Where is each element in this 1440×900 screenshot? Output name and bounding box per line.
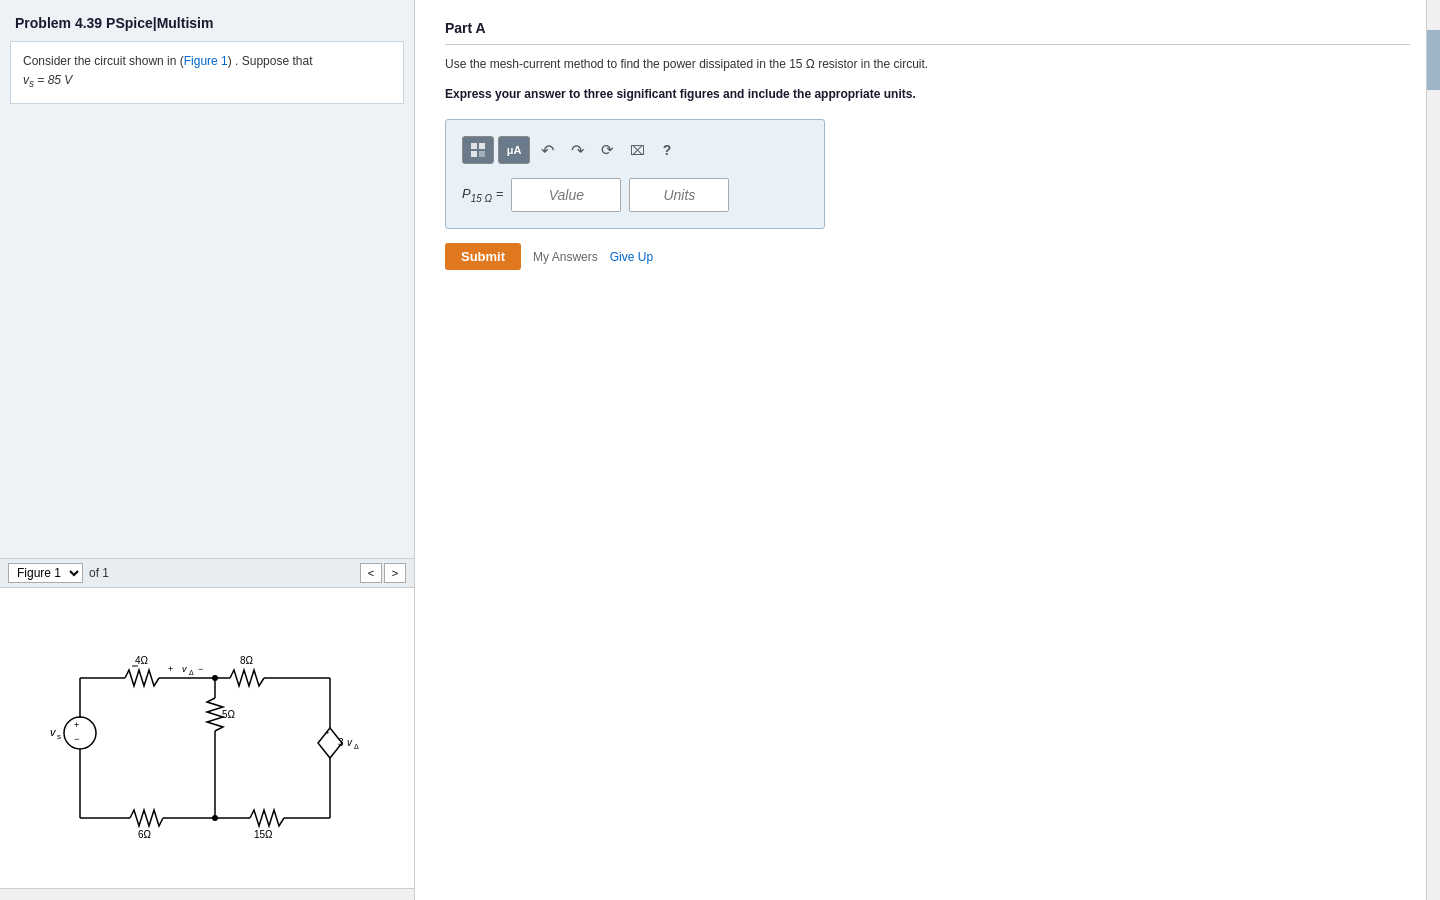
instruction-text: Express your answer to three significant…: [445, 85, 1410, 103]
svg-rect-36: [471, 143, 477, 149]
svg-rect-39: [479, 151, 485, 157]
right-panel: Part A Use the mesh-current method to fi…: [415, 0, 1440, 900]
svg-text:−: −: [198, 664, 203, 674]
svg-text:s: s: [57, 732, 61, 741]
figure-link[interactable]: Figure 1: [184, 54, 228, 68]
left-panel: Problem 4.39 PSpice|Multisim Consider th…: [0, 0, 415, 900]
svg-point-35: [212, 815, 218, 821]
give-up-link[interactable]: Give Up: [610, 250, 653, 264]
svg-text:+: +: [74, 720, 79, 730]
svg-text:Δ: Δ: [354, 743, 359, 750]
keyboard-button[interactable]: ⌧: [624, 136, 650, 164]
mu-icon: μA: [507, 144, 522, 156]
help-button[interactable]: ?: [654, 136, 680, 164]
redo-icon: ↷: [571, 141, 584, 160]
help-icon: ?: [663, 142, 672, 158]
undo-button[interactable]: ↶: [534, 136, 560, 164]
desc-text1: Consider the circuit shown in (: [23, 54, 184, 68]
desc-text2: ) . Suppose that: [228, 54, 313, 68]
toolbar: μA ↶ ↷ ⟳ ⌧ ?: [462, 136, 808, 164]
figure-of: of 1: [89, 566, 109, 580]
svg-text:v: v: [182, 664, 187, 674]
redo-button[interactable]: ↷: [564, 136, 590, 164]
svg-text:8Ω: 8Ω: [240, 655, 254, 666]
grid-icon-button[interactable]: [462, 136, 494, 164]
value-input[interactable]: [511, 178, 621, 212]
svg-text:+: +: [325, 728, 330, 737]
svg-text:−: −: [74, 734, 79, 744]
undo-icon: ↶: [541, 141, 554, 160]
my-answers-link[interactable]: My Answers: [533, 250, 598, 264]
scrollbar[interactable]: [1426, 0, 1440, 900]
spacer: [0, 114, 414, 558]
circuit-diagram: + − v s + v Δ − 4Ω: [30, 628, 370, 868]
figure-scrollbar[interactable]: [0, 888, 414, 900]
keyboard-icon: ⌧: [630, 143, 645, 158]
svg-point-34: [212, 675, 218, 681]
mu-button[interactable]: μA: [498, 136, 530, 164]
figure-next-button[interactable]: >: [384, 563, 406, 583]
figure-prev-button[interactable]: <: [360, 563, 382, 583]
svg-point-1: [64, 717, 96, 749]
refresh-button[interactable]: ⟳: [594, 136, 620, 164]
svg-text:5Ω: 5Ω: [222, 709, 236, 720]
desc-math: vs = 85 V: [23, 73, 72, 87]
grid-icon: [469, 141, 487, 159]
figure-panel: Figure 1 of 1 < >: [0, 558, 414, 900]
problem-title: Problem 4.39 PSpice|Multisim: [0, 0, 414, 41]
input-row: P15 Ω =: [462, 178, 808, 212]
figure-nav-group: < >: [360, 563, 406, 583]
problem-description: Consider the circuit shown in (Figure 1)…: [10, 41, 404, 104]
svg-text:6Ω: 6Ω: [138, 829, 152, 840]
input-label: P15 Ω =: [462, 186, 503, 204]
svg-rect-38: [471, 151, 477, 157]
svg-rect-37: [479, 143, 485, 149]
svg-text:v: v: [50, 726, 57, 738]
submit-button[interactable]: Submit: [445, 243, 521, 270]
units-input[interactable]: [629, 178, 729, 212]
refresh-icon: ⟳: [601, 141, 614, 159]
svg-text:15Ω: 15Ω: [254, 829, 273, 840]
svg-text:4Ω: 4Ω: [135, 655, 149, 666]
svg-text:+: +: [168, 664, 173, 674]
part-label: Part A: [445, 20, 1410, 45]
svg-text:v: v: [347, 737, 353, 748]
svg-text:Δ: Δ: [189, 669, 194, 676]
svg-text:3: 3: [338, 737, 344, 748]
figure-header: Figure 1 of 1 < >: [0, 559, 414, 588]
figure-select[interactable]: Figure 1: [8, 563, 83, 583]
submit-row: Submit My Answers Give Up: [445, 243, 1410, 270]
answer-box: μA ↶ ↷ ⟳ ⌧ ? P15 Ω =: [445, 119, 825, 229]
figure-canvas: + − v s + v Δ − 4Ω: [0, 588, 414, 888]
question-text: Use the mesh-current method to find the …: [445, 55, 1410, 73]
scrollbar-thumb[interactable]: [1427, 30, 1440, 90]
